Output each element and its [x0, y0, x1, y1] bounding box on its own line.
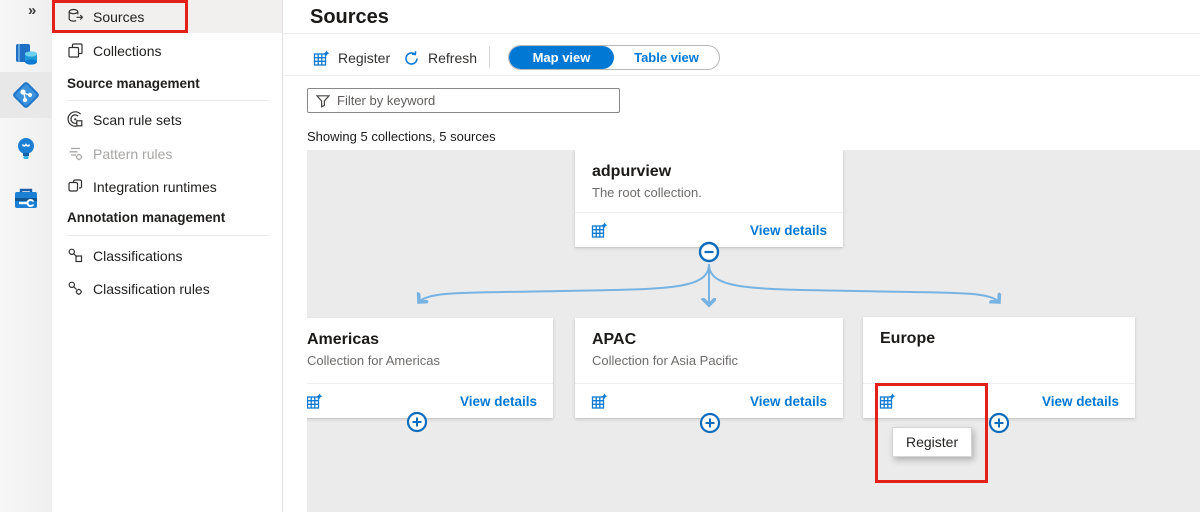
sidebar-item-sources[interactable]: Sources — [52, 0, 282, 33]
nav-insights[interactable] — [0, 126, 52, 172]
register-source-icon[interactable] — [879, 393, 896, 410]
view-details-link[interactable]: View details — [750, 394, 827, 409]
insights-icon — [13, 136, 39, 162]
collection-card-americas: Americas Collection for Americas View de… — [307, 318, 553, 418]
data-catalog-icon — [12, 41, 40, 69]
collection-name: adpurview — [592, 163, 826, 181]
view-details-link[interactable]: View details — [460, 394, 537, 409]
pattern-rules-icon — [67, 145, 84, 162]
view-details-link[interactable]: View details — [1042, 394, 1119, 409]
register-tooltip[interactable]: Register — [892, 427, 972, 457]
collection-card-apac: APAC Collection for Asia Pacific View de… — [575, 318, 843, 418]
sidebar-item-classification-rules[interactable]: Classification rules — [52, 272, 282, 305]
sidebar-item-pattern-rules[interactable]: Pattern rules — [52, 137, 282, 170]
refresh-label: Refresh — [428, 50, 477, 66]
collection-card-root: adpurview The root collection. View deta… — [575, 150, 843, 247]
collection-name: APAC — [592, 331, 826, 349]
integration-runtimes-icon — [67, 178, 84, 195]
view-toggle: Map view Table view — [508, 45, 720, 70]
register-label: Register — [338, 50, 390, 66]
filter-input[interactable] — [337, 93, 611, 108]
sidebar-item-label: Sources — [93, 9, 144, 25]
sidebar-item-collections[interactable]: Collections — [52, 34, 282, 67]
collection-name: Europe — [880, 330, 1118, 348]
map-view-toggle[interactable]: Map view — [509, 46, 614, 69]
card-footer: View details — [307, 383, 553, 418]
collapse-rail-button[interactable]: » — [28, 2, 34, 19]
sidebar-item-scan-rule-sets[interactable]: Scan rule sets — [52, 103, 282, 136]
sidebar-item-classifications[interactable]: Classifications — [52, 239, 282, 272]
sidebar-item-label: Collections — [93, 43, 161, 59]
sources-icon — [67, 8, 84, 25]
register-button[interactable]: Register — [313, 46, 390, 70]
management-toolbox-icon — [12, 185, 40, 213]
classification-rules-icon — [67, 280, 84, 297]
register-source-icon[interactable] — [307, 393, 323, 410]
refresh-icon — [403, 50, 420, 67]
nav-management[interactable] — [0, 176, 52, 222]
sidebar-divider — [67, 235, 269, 236]
divider — [283, 33, 1200, 34]
main-content: Sources Register Refresh Map view Table … — [283, 0, 1200, 512]
table-view-toggle[interactable]: Table view — [614, 46, 719, 69]
page-title: Sources — [310, 6, 389, 29]
register-source-icon[interactable] — [591, 222, 608, 239]
results-count: Showing 5 collections, 5 sources — [307, 129, 496, 144]
register-source-icon[interactable] — [591, 393, 608, 410]
collection-description: The root collection. — [592, 185, 826, 200]
collapse-node-button[interactable] — [698, 241, 720, 263]
filter-funnel-icon — [316, 94, 330, 108]
expand-node-button-americas[interactable] — [406, 411, 428, 433]
sidebar-item-integration-runtimes[interactable]: Integration runtimes — [52, 170, 282, 203]
sidebar-section-annotation-management: Annotation management — [67, 210, 225, 225]
sidebar-divider — [67, 100, 269, 101]
toolbar-separator — [489, 46, 490, 68]
keyword-filter — [307, 88, 620, 113]
sidebar-item-label: Classifications — [93, 248, 182, 264]
sidebar-item-label: Classification rules — [93, 281, 210, 297]
sidebar-item-label: Integration runtimes — [93, 179, 217, 195]
sidebar-item-label: Scan rule sets — [93, 112, 182, 128]
data-map-icon — [11, 80, 41, 110]
expand-node-button-europe[interactable] — [988, 412, 1010, 434]
refresh-button[interactable]: Refresh — [403, 46, 477, 70]
view-details-link[interactable]: View details — [750, 223, 827, 238]
app-rail: » — [0, 0, 52, 512]
sidebar: Sources Collections Source management Sc… — [52, 0, 283, 512]
collection-name: Americas — [307, 331, 536, 349]
collection-map-canvas: adpurview The root collection. View deta… — [307, 150, 1200, 512]
sidebar-section-source-management: Source management — [67, 76, 200, 91]
divider — [283, 75, 1200, 76]
scan-rule-sets-icon — [67, 111, 84, 128]
register-icon — [313, 50, 330, 67]
collection-description: Collection for Asia Pacific — [592, 353, 826, 368]
nav-data-map[interactable] — [0, 72, 52, 118]
sidebar-item-label: Pattern rules — [93, 146, 172, 162]
collection-description: Collection for Americas — [307, 353, 536, 368]
collections-icon — [67, 42, 84, 59]
classifications-icon — [67, 247, 84, 264]
expand-node-button-apac[interactable] — [699, 412, 721, 434]
collection-card-europe: Europe View details — [863, 317, 1135, 418]
